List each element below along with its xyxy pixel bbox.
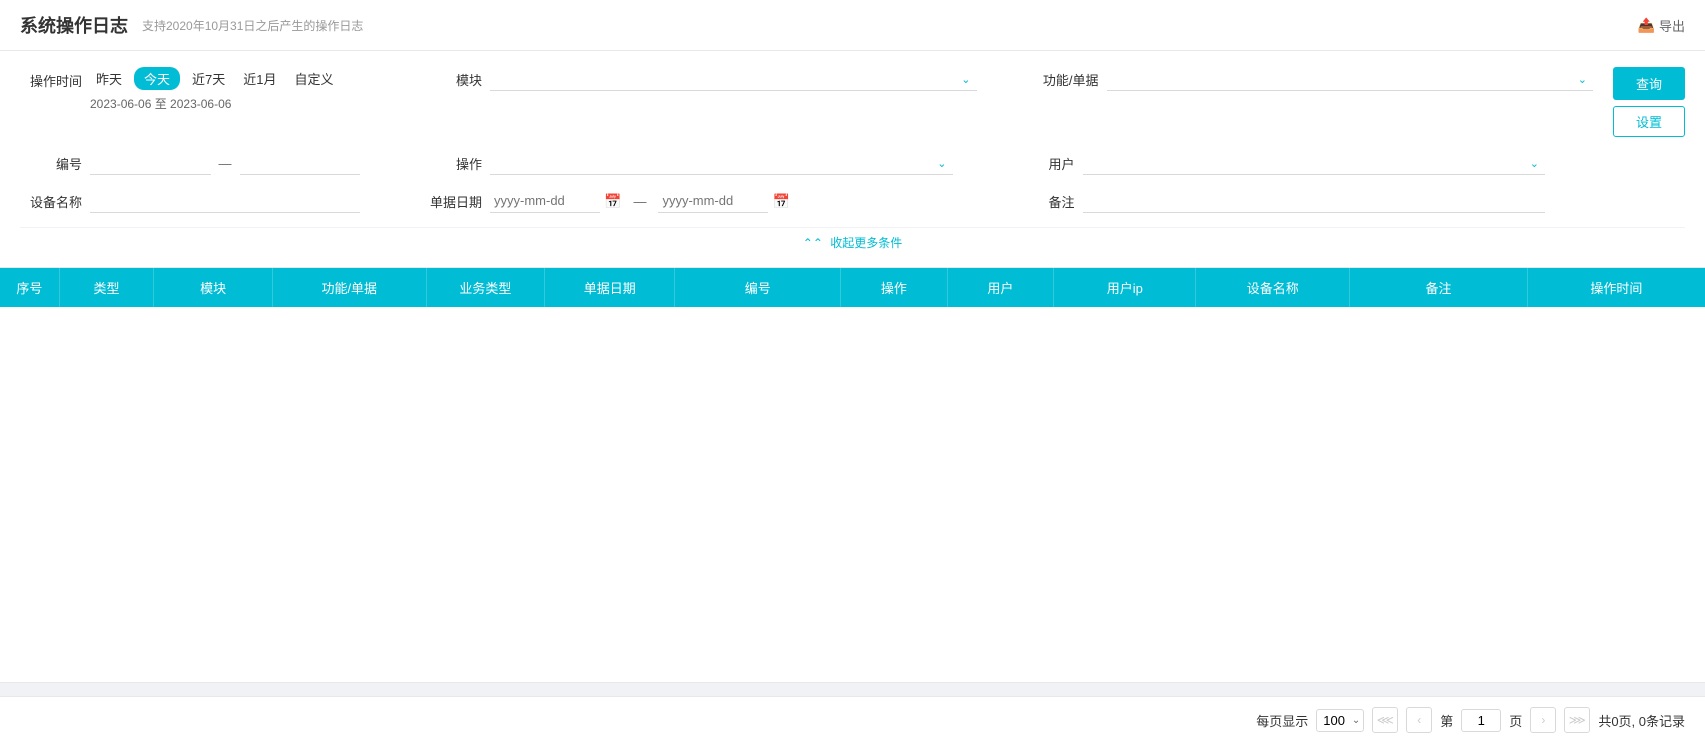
calendar-start-icon[interactable]: 📅	[604, 193, 621, 210]
collapse-icon: ⌃⌃	[803, 236, 823, 250]
page-header: 系统操作日志 支持2020年10月31日之后产生的操作日志 📤 导出	[0, 0, 1705, 51]
user-filter: 用户 ⌄	[1013, 151, 1546, 175]
device-input[interactable]	[90, 189, 360, 213]
date-end-input[interactable]	[658, 189, 768, 213]
col-remark: 备注	[1350, 268, 1528, 307]
col-code: 编号	[675, 268, 841, 307]
user-select[interactable]: ⌄	[1083, 151, 1546, 175]
filter-row-1: 操作时间 昨天 今天 近7天 近1月 自定义 2023-06-06 至 2023…	[20, 67, 1685, 137]
operation-filter: 操作 ⌄	[420, 151, 953, 175]
code-label: 编号	[20, 154, 90, 173]
device-label: 设备名称	[20, 192, 90, 211]
remark-label: 备注	[1013, 192, 1083, 211]
col-biztype: 业务类型	[426, 268, 544, 307]
export-button[interactable]: 📤 导出	[1638, 16, 1685, 35]
page-size-select[interactable]: 100 10 20 50	[1316, 709, 1364, 732]
page-subtitle: 支持2020年10月31日之后产生的操作日志	[142, 17, 363, 34]
filter-area: 操作时间 昨天 今天 近7天 近1月 自定义 2023-06-06 至 2023…	[0, 51, 1705, 268]
date-filter: 单据日期 📅 — 📅	[420, 189, 953, 213]
time-options-group: 昨天 今天 近7天 近1月 自定义 2023-06-06 至 2023-06-0…	[90, 67, 340, 112]
page-label: 第	[1440, 711, 1453, 730]
module-label: 模块	[420, 70, 490, 89]
date-range-input: 📅 — 📅	[490, 189, 790, 213]
col-type: 类型	[59, 268, 154, 307]
function-dropdown[interactable]	[1107, 67, 1594, 91]
query-button[interactable]: 查询	[1613, 67, 1685, 100]
date-dash: —	[633, 194, 646, 209]
time-btn-yesterday[interactable]: 昨天	[90, 67, 128, 90]
col-date: 单据日期	[545, 268, 675, 307]
table-header-row: 序号 类型 模块 功能/单据 业务类型 单据日期 编号 操作 用户 用户ip 设…	[0, 268, 1705, 307]
time-buttons: 昨天 今天 近7天 近1月 自定义	[90, 67, 340, 90]
prev-page-button[interactable]: ‹	[1406, 707, 1432, 733]
function-filter: 功能/单据 ⌄	[1037, 67, 1594, 91]
col-device: 设备名称	[1196, 268, 1350, 307]
page-size-wrapper: 100 10 20 50 ⌄	[1316, 709, 1364, 732]
date-start-input[interactable]	[490, 189, 600, 213]
settings-button[interactable]: 设置	[1613, 106, 1685, 137]
module-filter: 模块 ⌄	[420, 67, 977, 91]
operation-label: 操作	[420, 154, 490, 173]
data-table: 序号 类型 模块 功能/单据 业务类型 单据日期 编号 操作 用户 用户ip 设…	[0, 268, 1705, 307]
calendar-end-icon[interactable]: 📅	[772, 193, 789, 210]
code-input-end[interactable]	[240, 151, 361, 175]
function-label: 功能/单据	[1037, 70, 1107, 89]
col-function: 功能/单据	[272, 268, 426, 307]
col-userip: 用户ip	[1054, 268, 1196, 307]
operation-dropdown[interactable]	[490, 151, 953, 175]
table-area: 序号 类型 模块 功能/单据 业务类型 单据日期 编号 操作 用户 用户ip 设…	[0, 268, 1705, 682]
code-filter: 编号 —	[20, 151, 360, 175]
date-label: 单据日期	[420, 192, 490, 211]
time-date-range: 2023-06-06 至 2023-06-06	[90, 95, 340, 112]
filter-row-3: 设备名称 单据日期 📅 — 📅 备注	[20, 189, 1685, 213]
time-btn-today[interactable]: 今天	[134, 67, 180, 90]
module-dropdown[interactable]	[490, 67, 977, 91]
page-size-label: 每页显示	[1256, 711, 1308, 730]
action-buttons: 查询 设置	[1613, 67, 1685, 137]
pagination: 每页显示 100 10 20 50 ⌄ ⋘ ‹ 第 页 › ⋙ 共0页, 0条记…	[0, 696, 1705, 743]
time-btn-custom[interactable]: 自定义	[289, 67, 340, 90]
code-input-start[interactable]	[90, 151, 211, 175]
operation-select[interactable]: ⌄	[490, 151, 953, 175]
time-btn-7days[interactable]: 近7天	[186, 67, 231, 90]
code-dash: —	[219, 156, 232, 171]
function-select[interactable]: ⌄	[1107, 67, 1594, 91]
collapse-label: 收起更多条件	[830, 236, 902, 250]
page-title: 系统操作日志	[20, 12, 128, 38]
time-filter-section: 操作时间 昨天 今天 近7天 近1月 自定义 2023-06-06 至 2023…	[20, 67, 360, 112]
remark-input[interactable]	[1083, 189, 1546, 213]
page-wrapper: 系统操作日志 支持2020年10月31日之后产生的操作日志 📤 导出 操作时间 …	[0, 0, 1705, 743]
scrollbar-area[interactable]	[0, 682, 1705, 696]
time-label: 操作时间	[20, 67, 90, 90]
user-label: 用户	[1013, 154, 1083, 173]
first-page-button[interactable]: ⋘	[1372, 707, 1398, 733]
time-btn-1month[interactable]: 近1月	[237, 67, 282, 90]
export-label: 导出	[1659, 16, 1685, 35]
export-icon: 📤	[1638, 17, 1655, 34]
col-module: 模块	[154, 268, 272, 307]
table-header: 序号 类型 模块 功能/单据 业务类型 单据日期 编号 操作 用户 用户ip 设…	[0, 268, 1705, 307]
remark-filter: 备注	[1013, 189, 1546, 213]
collapse-row[interactable]: ⌃⌃ 收起更多条件	[20, 227, 1685, 257]
col-operation: 操作	[841, 268, 948, 307]
user-dropdown[interactable]	[1083, 151, 1546, 175]
filter-row-2: 编号 — 操作 ⌄ 用户	[20, 151, 1685, 175]
total-info: 共0页, 0条记录	[1598, 711, 1685, 730]
page-suffix: 页	[1509, 711, 1522, 730]
module-select[interactable]: ⌄	[490, 67, 977, 91]
col-optime: 操作时间	[1527, 268, 1705, 307]
col-index: 序号	[0, 268, 59, 307]
device-filter: 设备名称	[20, 189, 360, 213]
last-page-button[interactable]: ⋙	[1564, 707, 1590, 733]
col-user: 用户	[947, 268, 1054, 307]
next-page-button[interactable]: ›	[1530, 707, 1556, 733]
page-input[interactable]	[1461, 709, 1501, 732]
